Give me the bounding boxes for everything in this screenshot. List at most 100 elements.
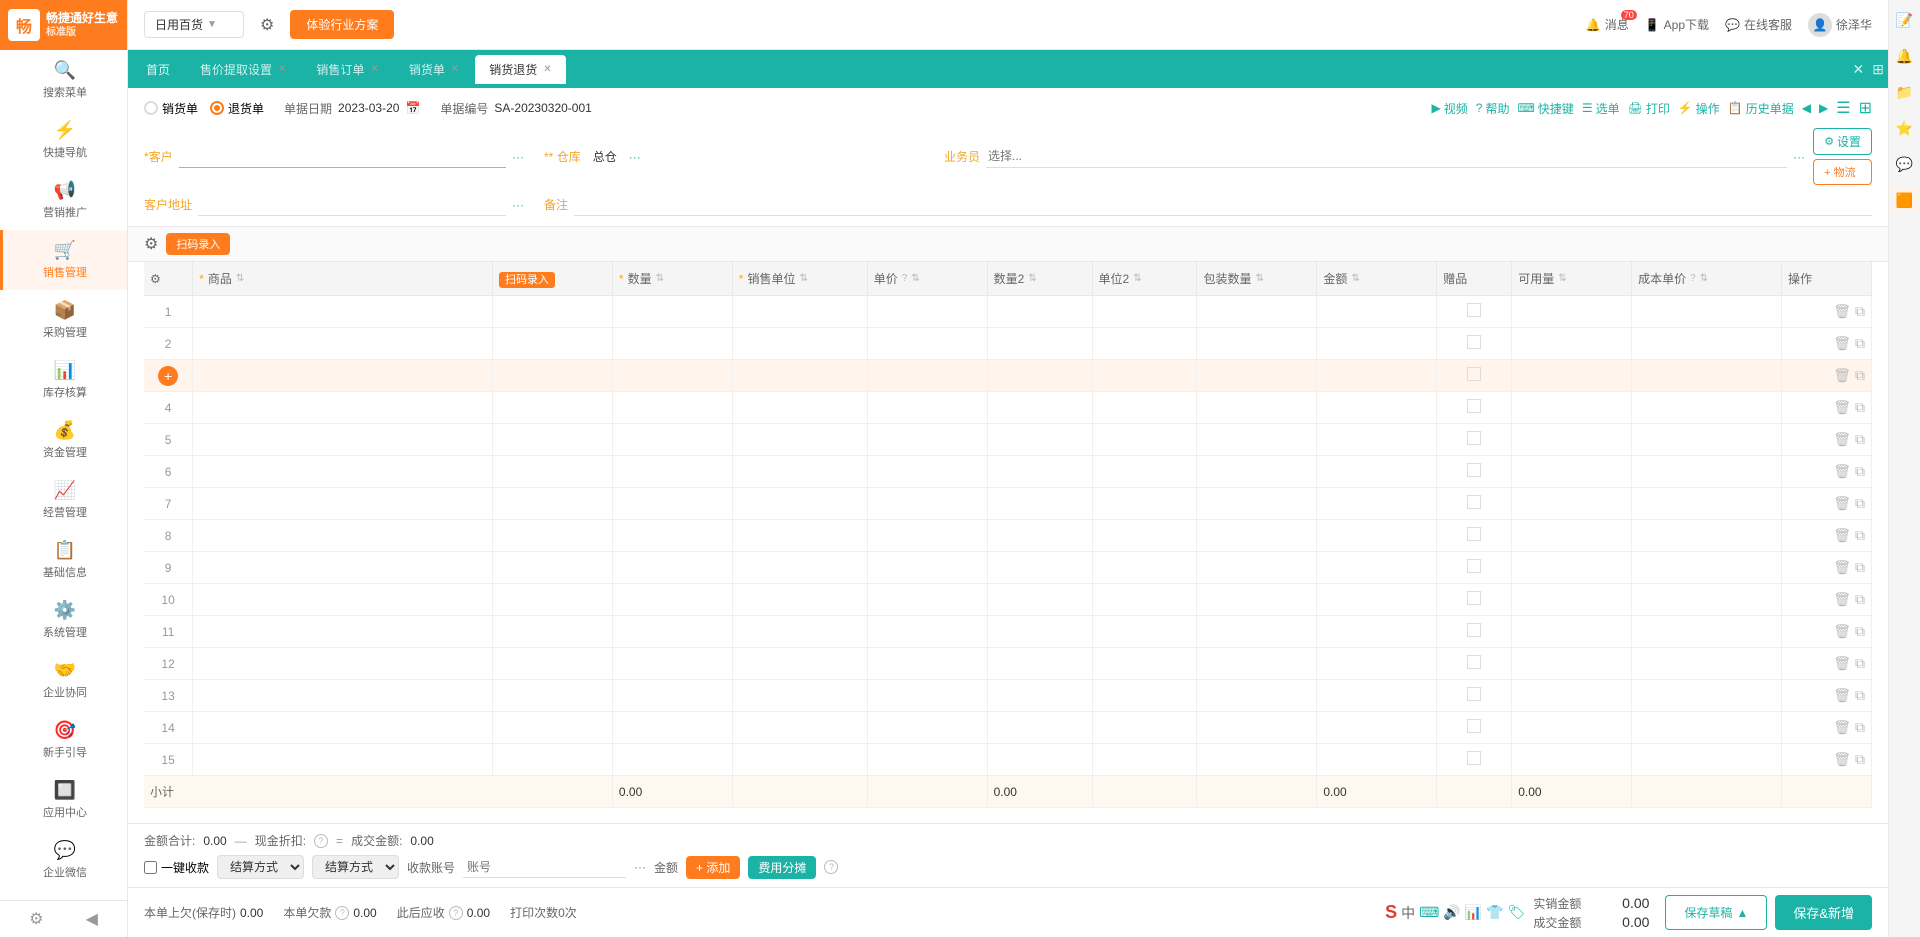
- unit-cell-10[interactable]: [732, 584, 867, 616]
- add-row-btn[interactable]: +: [158, 366, 178, 386]
- pack-cell-15[interactable]: [1197, 744, 1317, 776]
- unit2-cell-15[interactable]: [1092, 744, 1197, 776]
- settlement-method-select[interactable]: 结算方式: [217, 855, 304, 879]
- sidebar-item-search[interactable]: 🔍搜索菜单: [0, 50, 127, 110]
- unit2-cell-3[interactable]: [1092, 360, 1197, 392]
- qty2-cell-10[interactable]: [987, 584, 1092, 616]
- avail-cell-1[interactable]: [1512, 296, 1632, 328]
- avail-cell-5[interactable]: [1512, 424, 1632, 456]
- delete-btn-1[interactable]: 🗑: [1833, 303, 1851, 320]
- radio-return[interactable]: 退货单: [210, 100, 264, 117]
- sidebar-settings-btn[interactable]: ⚙: [29, 909, 43, 929]
- gift-checkbox-12[interactable]: [1467, 655, 1481, 669]
- cost-cell-11[interactable]: [1632, 616, 1782, 648]
- qty2-cell-14[interactable]: [987, 712, 1092, 744]
- delete-btn-8[interactable]: 🗑: [1833, 527, 1851, 544]
- qty2-cell-13[interactable]: [987, 680, 1092, 712]
- qty-cell-10[interactable]: [612, 584, 732, 616]
- view-list-btn[interactable]: ☰: [1836, 98, 1850, 118]
- product-cell-14[interactable]: [193, 712, 493, 744]
- copy-btn-13[interactable]: ⧉: [1855, 687, 1865, 704]
- window-max-btn[interactable]: ⊞: [1872, 61, 1884, 78]
- due-help-icon[interactable]: ?: [335, 906, 349, 920]
- user-menu[interactable]: 👤 徐泽华: [1808, 13, 1872, 37]
- cost-cell-9[interactable]: [1632, 552, 1782, 584]
- avail-cell-4[interactable]: [1512, 392, 1632, 424]
- unit-cell-13[interactable]: [732, 680, 867, 712]
- unit-cell-11[interactable]: [732, 616, 867, 648]
- product-cell-10[interactable]: [193, 584, 493, 616]
- gift-checkbox-11[interactable]: [1467, 623, 1481, 637]
- sidebar-item-sales_mgmt[interactable]: 🛒销售管理: [0, 230, 127, 290]
- unit-cell-2[interactable]: [732, 328, 867, 360]
- copy-btn-6[interactable]: ⧉: [1855, 463, 1865, 480]
- pack-cell-12[interactable]: [1197, 648, 1317, 680]
- taskbar-icon-4[interactable]: 📊: [1465, 904, 1482, 921]
- pack-cell-11[interactable]: [1197, 616, 1317, 648]
- gift-checkbox-1[interactable]: [1467, 303, 1481, 317]
- gift-cell-7[interactable]: [1437, 488, 1512, 520]
- gift-cell-4[interactable]: [1437, 392, 1512, 424]
- topbar-settings-icon[interactable]: ⚙: [256, 11, 278, 39]
- product-cell-5[interactable]: [193, 424, 493, 456]
- qty2-cell-12[interactable]: [987, 648, 1092, 680]
- avail-cell-8[interactable]: [1512, 520, 1632, 552]
- pack-cell-13[interactable]: [1197, 680, 1317, 712]
- gift-cell-5[interactable]: [1437, 424, 1512, 456]
- product-cell-13[interactable]: [193, 680, 493, 712]
- qty2-cell-3[interactable]: [987, 360, 1092, 392]
- account-input[interactable]: [463, 857, 626, 878]
- pack-cell-9[interactable]: [1197, 552, 1317, 584]
- scan-input-btn[interactable]: 扫码录入: [166, 233, 230, 255]
- price-cell-8[interactable]: [867, 520, 987, 552]
- gift-checkbox-4[interactable]: [1467, 399, 1481, 413]
- sidebar-item-basic[interactable]: 📋基础信息: [0, 530, 127, 590]
- unit2-cell-7[interactable]: [1092, 488, 1197, 520]
- fee-split-btn[interactable]: 费用分摊: [748, 856, 816, 879]
- pack-cell-7[interactable]: [1197, 488, 1317, 520]
- gift-cell-15[interactable]: [1437, 744, 1512, 776]
- nav-prev-btn[interactable]: ◀: [1802, 101, 1811, 115]
- unit2-cell-5[interactable]: [1092, 424, 1197, 456]
- copy-btn-15[interactable]: ⧉: [1855, 751, 1865, 768]
- qty-cell-1[interactable]: [612, 296, 732, 328]
- notification-bell[interactable]: 🔔 70 消息: [1586, 16, 1629, 33]
- unit2-cell-6[interactable]: [1092, 456, 1197, 488]
- qty-cell-4[interactable]: [612, 392, 732, 424]
- amount-cell-7[interactable]: [1317, 488, 1437, 520]
- qty2-cell-15[interactable]: [987, 744, 1092, 776]
- sidebar-item-finance[interactable]: 💰资金管理: [0, 410, 127, 470]
- copy-btn-4[interactable]: ⧉: [1855, 399, 1865, 416]
- copy-btn-14[interactable]: ⧉: [1855, 719, 1865, 736]
- amount-cell-14[interactable]: [1317, 712, 1437, 744]
- industry-select[interactable]: 日用百货 ▼: [144, 11, 244, 38]
- gift-checkbox-5[interactable]: [1467, 431, 1481, 445]
- nav-next-btn[interactable]: ▶: [1819, 101, 1828, 115]
- price-cell-13[interactable]: [867, 680, 987, 712]
- discount-help-icon[interactable]: ?: [314, 834, 328, 848]
- product-cell-15[interactable]: [193, 744, 493, 776]
- right-panel-notification-btn[interactable]: 🔔: [1893, 44, 1917, 68]
- price-cell-9[interactable]: [867, 552, 987, 584]
- unit-cell-5[interactable]: [732, 424, 867, 456]
- pack-cell-6[interactable]: [1197, 456, 1317, 488]
- price-cell-5[interactable]: [867, 424, 987, 456]
- product-cell-8[interactable]: [193, 520, 493, 552]
- help-btn[interactable]: ? 帮助: [1476, 100, 1510, 117]
- amount-cell-9[interactable]: [1317, 552, 1437, 584]
- cost-cell-3[interactable]: [1632, 360, 1782, 392]
- sidebar-item-member[interactable]: 👑畅会员: [0, 890, 127, 900]
- customer-select-btn[interactable]: ···: [512, 150, 524, 164]
- avail-cell-12[interactable]: [1512, 648, 1632, 680]
- customer-input[interactable]: [179, 145, 506, 168]
- pack-cell-14[interactable]: [1197, 712, 1317, 744]
- sidebar-item-apps[interactable]: 🔲应用中心: [0, 770, 127, 830]
- delete-btn-6[interactable]: 🗑: [1833, 463, 1851, 480]
- gift-checkbox-7[interactable]: [1467, 495, 1481, 509]
- window-close-btn[interactable]: ✕: [1853, 61, 1865, 78]
- radio-sales[interactable]: 销货单: [144, 100, 198, 117]
- price-cell-10[interactable]: [867, 584, 987, 616]
- gift-checkbox-14[interactable]: [1467, 719, 1481, 733]
- pack-cell-4[interactable]: [1197, 392, 1317, 424]
- avail-cell-15[interactable]: [1512, 744, 1632, 776]
